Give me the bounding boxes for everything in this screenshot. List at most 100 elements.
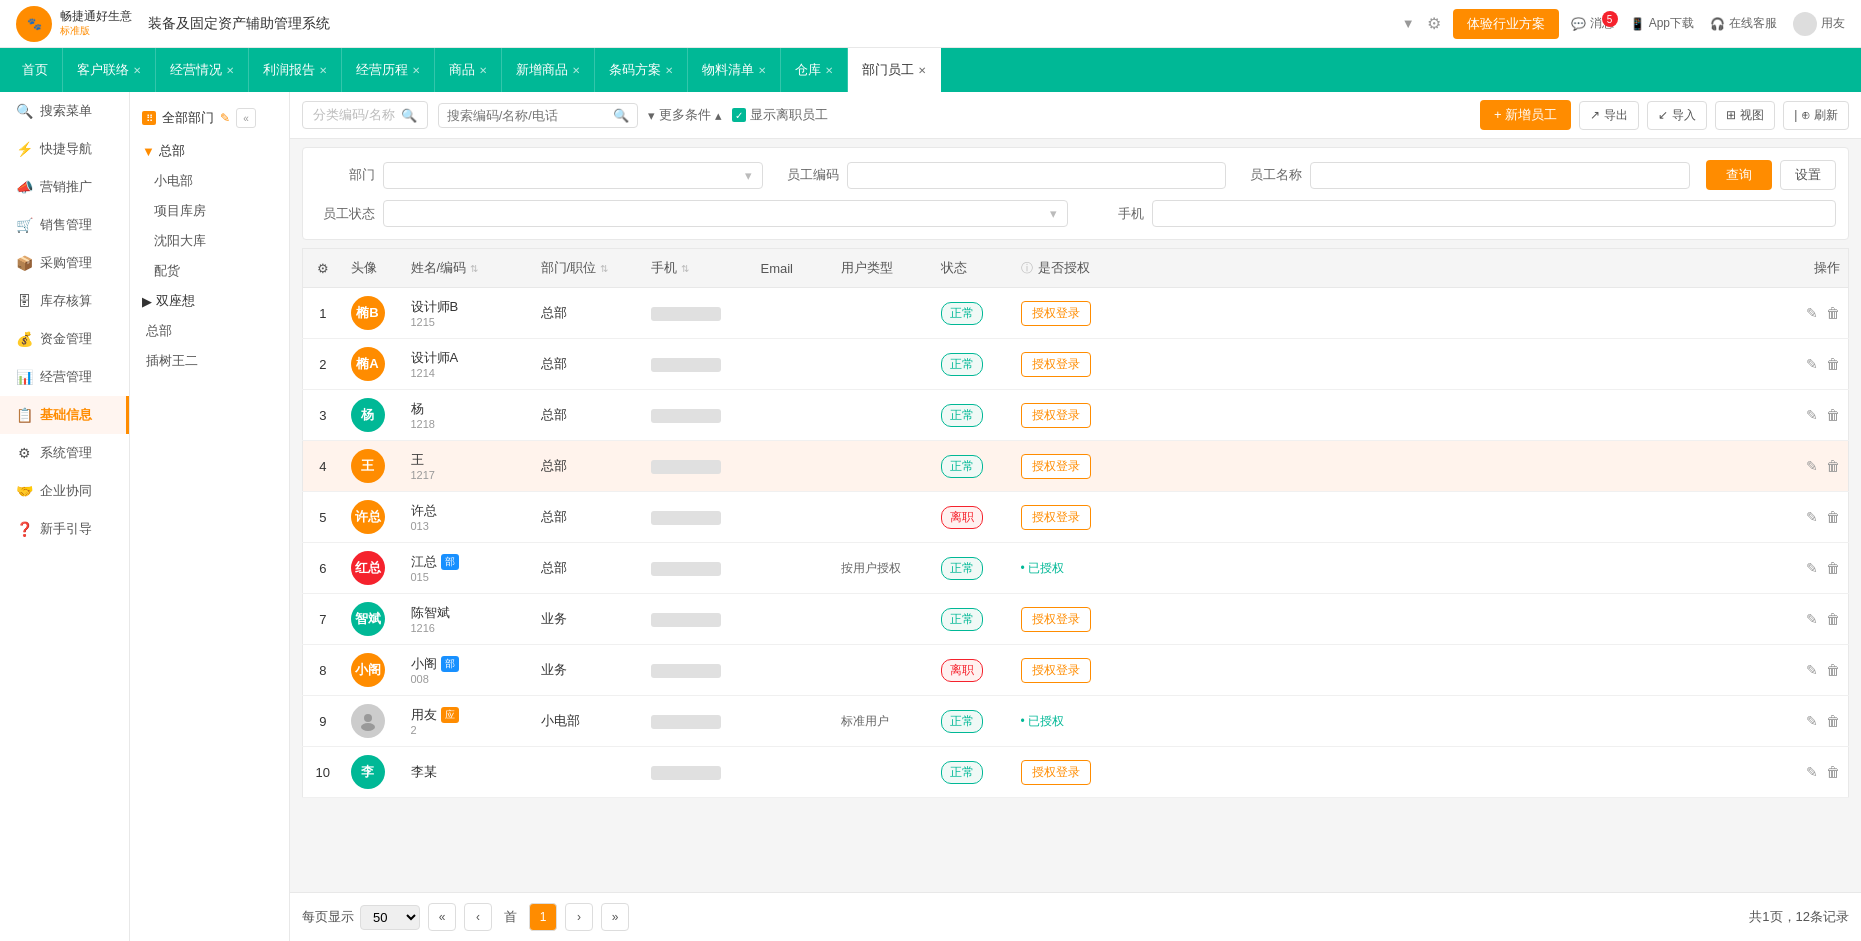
auth-info-icon[interactable]: ⓘ: [1021, 260, 1033, 277]
edit-icon[interactable]: ✎: [1806, 611, 1818, 627]
tab-close-icon[interactable]: ✕: [133, 65, 141, 76]
th-phone[interactable]: 手机 ⇅: [643, 249, 753, 288]
sidebar-item-quicknav[interactable]: ⚡快捷导航: [0, 130, 129, 168]
sidebar-item-basicinfo[interactable]: 📋基础信息: [0, 396, 129, 434]
nav-tab-客户联络[interactable]: 客户联络 ✕: [63, 48, 156, 92]
nav-tab-首页[interactable]: 首页: [8, 48, 63, 92]
nav-tab-物料清单[interactable]: 物料清单 ✕: [688, 48, 781, 92]
nav-tab-经营历程[interactable]: 经营历程 ✕: [342, 48, 435, 92]
edit-icon[interactable]: ✎: [1806, 713, 1818, 729]
tab-close-icon[interactable]: ✕: [758, 65, 766, 76]
auth-login-button[interactable]: 授权登录: [1021, 607, 1091, 632]
filter-empname-input[interactable]: [1310, 162, 1690, 189]
tab-close-icon[interactable]: ✕: [665, 65, 673, 76]
trial-button[interactable]: 体验行业方案: [1453, 9, 1559, 39]
tab-close-icon[interactable]: ✕: [412, 65, 420, 76]
sidebar-item-inventory[interactable]: 🗄库存核算: [0, 282, 129, 320]
delete-icon[interactable]: 🗑: [1826, 458, 1840, 474]
dept-group-zongbu[interactable]: ▼ 总部: [130, 136, 289, 166]
auth-login-button[interactable]: 授权登录: [1021, 760, 1091, 785]
sidebar-item-operations[interactable]: 📊经营管理: [0, 358, 129, 396]
print-button[interactable]: | ⊕ 刷新: [1783, 101, 1849, 130]
auth-login-button[interactable]: 授权登录: [1021, 403, 1091, 428]
sidebar-item-search[interactable]: 🔍搜索菜单: [0, 92, 129, 130]
edit-icon[interactable]: ✎: [1806, 356, 1818, 372]
settings-icon[interactable]: ⚙: [1427, 14, 1441, 33]
nav-tab-部门员工[interactable]: 部门员工 ✕: [848, 48, 941, 92]
nav-tab-经营情况[interactable]: 经营情况 ✕: [156, 48, 249, 92]
online-service-button[interactable]: 🎧 在线客服: [1710, 15, 1777, 32]
nav-tab-商品[interactable]: 商品 ✕: [435, 48, 502, 92]
last-page-button[interactable]: »: [601, 903, 629, 931]
filter-dept-select[interactable]: ▾: [383, 162, 763, 189]
edit-icon[interactable]: ✎: [1806, 560, 1818, 576]
dept-edit-icon[interactable]: ✎: [220, 111, 230, 125]
auth-login-button[interactable]: 授权登录: [1021, 301, 1091, 326]
delete-icon[interactable]: 🗑: [1826, 611, 1840, 627]
notification-button[interactable]: 💬 消息 5: [1571, 15, 1614, 32]
sidebar-item-finance[interactable]: 💰资金管理: [0, 320, 129, 358]
edit-icon[interactable]: ✎: [1806, 458, 1818, 474]
delete-icon[interactable]: 🗑: [1826, 764, 1840, 780]
tab-close-icon[interactable]: ✕: [918, 65, 926, 76]
sidebar-item-marketing[interactable]: 📣营销推广: [0, 168, 129, 206]
dept-item-peihuo[interactable]: 配货: [130, 256, 289, 286]
user-menu[interactable]: 用友: [1793, 12, 1845, 36]
auth-login-button[interactable]: 授权登录: [1021, 352, 1091, 377]
tab-close-icon[interactable]: ✕: [572, 65, 580, 76]
export-button[interactable]: ↗ 导出: [1579, 101, 1639, 130]
auth-login-button[interactable]: 授权登录: [1021, 454, 1091, 479]
more-filter-button[interactable]: ▾ 更多条件 ▴: [648, 106, 722, 124]
view-button[interactable]: ⊞ 视图: [1715, 101, 1775, 130]
th-dept[interactable]: 部门/职位 ⇅: [533, 249, 643, 288]
add-employee-button[interactable]: + 新增员工: [1480, 100, 1571, 130]
collapse-button[interactable]: «: [236, 108, 256, 128]
delete-icon[interactable]: 🗑: [1826, 662, 1840, 678]
edit-icon[interactable]: ✎: [1806, 764, 1818, 780]
edit-icon[interactable]: ✎: [1806, 407, 1818, 423]
tab-close-icon[interactable]: ✕: [825, 65, 833, 76]
delete-icon[interactable]: 🗑: [1826, 560, 1840, 576]
sidebar-item-sales[interactable]: 🛒销售管理: [0, 206, 129, 244]
per-page-select[interactable]: 50 100 200: [360, 905, 420, 930]
show-resigned-toggle[interactable]: ✓ 显示离职员工: [732, 106, 828, 124]
nav-tab-仓库[interactable]: 仓库 ✕: [781, 48, 848, 92]
sidebar-item-system[interactable]: ⚙系统管理: [0, 434, 129, 472]
filter-status-select[interactable]: ▾: [383, 200, 1068, 227]
sidebar-item-guide[interactable]: ❓新手引导: [0, 510, 129, 548]
edit-icon[interactable]: ✎: [1806, 662, 1818, 678]
filter-empcode-input[interactable]: [847, 162, 1227, 189]
dept-search-input[interactable]: 分类编码/名称 🔍: [302, 101, 428, 129]
auth-login-button[interactable]: 授权登录: [1021, 505, 1091, 530]
dept-item-chashuwanger[interactable]: 插树王二: [130, 346, 289, 376]
nav-tab-利润报告[interactable]: 利润报告 ✕: [249, 48, 342, 92]
th-name[interactable]: 姓名/编码 ⇅: [403, 249, 533, 288]
delete-icon[interactable]: 🗑: [1826, 305, 1840, 321]
next-page-button[interactable]: ›: [565, 903, 593, 931]
delete-icon[interactable]: 🗑: [1826, 407, 1840, 423]
dept-item-shuangzuoxiang[interactable]: ▶ 双座想: [130, 286, 289, 316]
delete-icon[interactable]: 🗑: [1826, 509, 1840, 525]
nav-tab-条码方案[interactable]: 条码方案 ✕: [595, 48, 688, 92]
filter-phone-input[interactable]: [1152, 200, 1837, 227]
dept-item-shenyangdaku[interactable]: 沈阳大库: [130, 226, 289, 256]
employee-search-input[interactable]: [447, 108, 613, 123]
search-confirm-button[interactable]: 查询: [1706, 160, 1772, 190]
filter-settings-button[interactable]: 设置: [1780, 160, 1836, 190]
delete-icon[interactable]: 🗑: [1826, 713, 1840, 729]
auth-login-button[interactable]: 授权登录: [1021, 658, 1091, 683]
tab-close-icon[interactable]: ✕: [319, 65, 327, 76]
app-download-button[interactable]: 📱 App下载: [1630, 15, 1694, 32]
sidebar-item-collab[interactable]: 🤝企业协同: [0, 472, 129, 510]
import-button[interactable]: ↙ 导入: [1647, 101, 1707, 130]
tab-close-icon[interactable]: ✕: [226, 65, 234, 76]
tab-close-icon[interactable]: ✕: [479, 65, 487, 76]
current-page-button[interactable]: 1: [529, 903, 557, 931]
dept-item-xiaodibu[interactable]: 小电部: [130, 166, 289, 196]
nav-tab-新增商品[interactable]: 新增商品 ✕: [502, 48, 595, 92]
first-page-button[interactable]: «: [428, 903, 456, 931]
sidebar-item-purchase[interactable]: 📦采购管理: [0, 244, 129, 282]
edit-icon[interactable]: ✎: [1806, 509, 1818, 525]
dept-item-xiangmukufang[interactable]: 项目库房: [130, 196, 289, 226]
dept-item-zongbu2[interactable]: 总部: [130, 316, 289, 346]
